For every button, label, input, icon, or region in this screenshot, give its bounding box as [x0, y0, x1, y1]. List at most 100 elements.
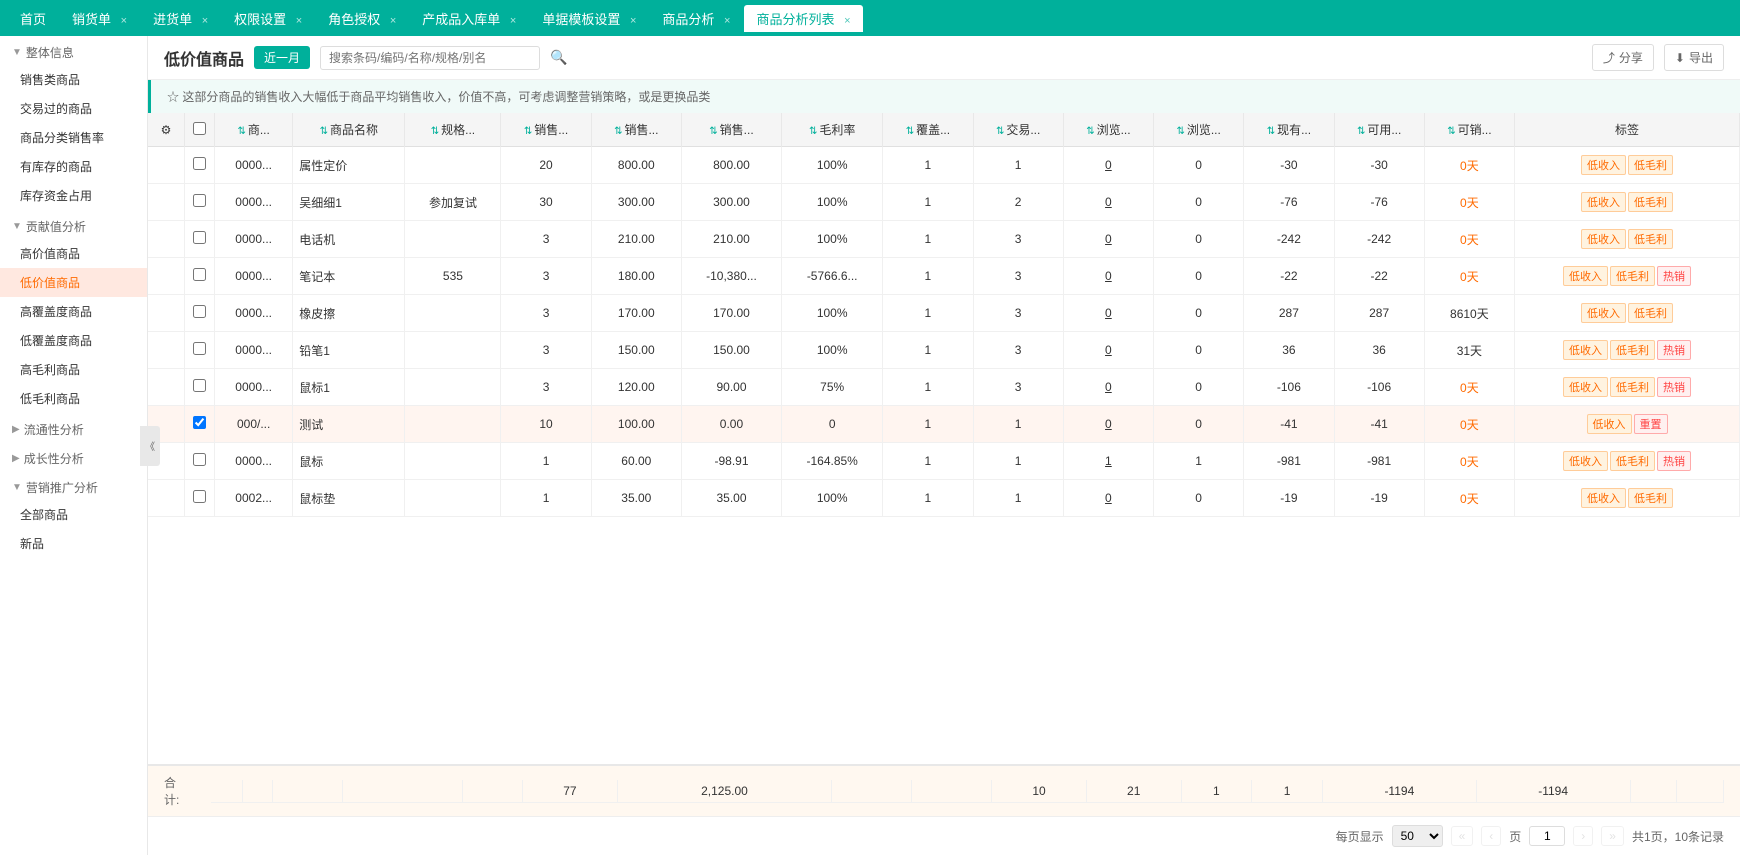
cell-checkbox[interactable]	[185, 332, 215, 369]
nav-analysis-close[interactable]: ×	[724, 15, 730, 27]
nav-permissions[interactable]: 权限设置 ×	[222, 5, 314, 32]
cell-checkbox[interactable]	[185, 147, 215, 184]
row-checkbox[interactable]	[193, 379, 206, 392]
sidebar-item-sales-products[interactable]: 销售类商品	[0, 65, 147, 94]
nav-roles[interactable]: 角色授权 ×	[316, 5, 408, 32]
view1-link[interactable]: 0	[1105, 306, 1112, 320]
nav-purchase[interactable]: 进货单 ×	[141, 5, 220, 32]
row-checkbox[interactable]	[193, 453, 206, 466]
nav-inventory[interactable]: 产成品入库单 ×	[410, 5, 528, 32]
cell-view1[interactable]: 1	[1063, 443, 1153, 480]
nav-templates-close[interactable]: ×	[630, 15, 636, 27]
page-input[interactable]	[1529, 826, 1565, 846]
cell-checkbox[interactable]	[185, 184, 215, 221]
cell-view1[interactable]: 0	[1063, 295, 1153, 332]
cell-checkbox[interactable]	[185, 480, 215, 517]
first-page-btn[interactable]: «	[1451, 826, 1474, 846]
nav-analysis[interactable]: 商品分析 ×	[650, 5, 742, 32]
sidebar-item-high-value[interactable]: 高价值商品	[0, 239, 147, 268]
view1-link[interactable]: 0	[1105, 195, 1112, 209]
sidebar-group-liquidity[interactable]: ▶ 流通性分析	[0, 413, 147, 442]
cell-view1[interactable]: 0	[1063, 332, 1153, 369]
cell-view1[interactable]: 0	[1063, 480, 1153, 517]
col-code[interactable]: ⇅商...	[215, 113, 293, 147]
cell-checkbox[interactable]	[185, 443, 215, 480]
row-checkbox[interactable]	[193, 231, 206, 244]
cell-checkbox[interactable]	[185, 258, 215, 295]
nav-sales-close[interactable]: ×	[121, 15, 127, 27]
cell-checkbox[interactable]	[185, 295, 215, 332]
col-spec[interactable]: ⇅规格...	[405, 113, 501, 147]
col-trade[interactable]: ⇅交易...	[973, 113, 1063, 147]
cell-checkbox[interactable]	[185, 221, 215, 258]
nav-analysis-list-close[interactable]: ×	[844, 15, 850, 27]
col-checkbox[interactable]	[185, 113, 215, 147]
sidebar-item-all-products[interactable]: 全部商品	[0, 500, 147, 529]
col-name[interactable]: ⇅商品名称	[293, 113, 405, 147]
row-checkbox[interactable]	[193, 305, 206, 318]
sidebar-group-contribution[interactable]: ▼ 贡献值分析	[0, 210, 147, 239]
cell-view1[interactable]: 0	[1063, 369, 1153, 406]
view1-link[interactable]: 0	[1105, 380, 1112, 394]
view1-link[interactable]: 0	[1105, 417, 1112, 431]
col-sellable[interactable]: ⇅可销...	[1424, 113, 1514, 147]
nav-inventory-close[interactable]: ×	[510, 15, 516, 27]
row-checkbox[interactable]	[193, 490, 206, 503]
col-current-stock[interactable]: ⇅现有...	[1244, 113, 1334, 147]
sidebar-group-overall[interactable]: ▼ 整体信息	[0, 36, 147, 65]
view1-link[interactable]: 0	[1105, 343, 1112, 357]
nav-analysis-list[interactable]: 商品分析列表 ×	[744, 5, 862, 32]
view1-link[interactable]: 0	[1105, 232, 1112, 246]
share-btn[interactable]: ⤴ 分享	[1592, 44, 1654, 71]
last-page-btn[interactable]: »	[1601, 826, 1624, 846]
sidebar-item-low-coverage[interactable]: 低覆盖度商品	[0, 326, 147, 355]
sidebar-item-new-products[interactable]: 新品	[0, 529, 147, 558]
sidebar-collapse-btn[interactable]: 《	[140, 426, 160, 466]
col-available[interactable]: ⇅可用...	[1334, 113, 1424, 147]
sidebar-group-marketing[interactable]: ▼ 营销推广分析	[0, 471, 147, 500]
view1-link[interactable]: 0	[1105, 491, 1112, 505]
cell-view1[interactable]: 0	[1063, 184, 1153, 221]
nav-purchase-close[interactable]: ×	[202, 15, 208, 27]
view1-link[interactable]: 0	[1105, 158, 1112, 172]
nav-templates[interactable]: 单据模板设置 ×	[530, 5, 648, 32]
col-view2[interactable]: ⇅浏览...	[1154, 113, 1244, 147]
cell-checkbox[interactable]	[185, 369, 215, 406]
sidebar-item-high-margin[interactable]: 高毛利商品	[0, 355, 147, 384]
view1-link[interactable]: 1	[1105, 454, 1112, 468]
next-page-btn[interactable]: ›	[1573, 826, 1593, 846]
col-settings[interactable]: ⚙	[148, 113, 185, 147]
sidebar-item-high-coverage[interactable]: 高覆盖度商品	[0, 297, 147, 326]
export-btn[interactable]: ⬇ 导出	[1664, 44, 1724, 71]
sidebar-item-inventory-funds[interactable]: 库存资金占用	[0, 181, 147, 210]
nav-sales[interactable]: 销货单 ×	[60, 5, 139, 32]
nav-permissions-close[interactable]: ×	[296, 15, 302, 27]
cell-view1[interactable]: 0	[1063, 258, 1153, 295]
search-input[interactable]	[320, 46, 540, 70]
nav-home[interactable]: 首页	[8, 5, 58, 32]
sidebar-item-low-value[interactable]: 低价值商品	[0, 268, 147, 297]
col-sale-price[interactable]: ⇅销售...	[591, 113, 681, 147]
cell-checkbox[interactable]	[185, 406, 215, 443]
col-sale-amount[interactable]: ⇅销售...	[681, 113, 781, 147]
row-checkbox[interactable]	[193, 268, 206, 281]
table-wrapper[interactable]: ⚙ ⇅商... ⇅商品名称 ⇅规格... ⇅销售... ⇅销售... ⇅销售..…	[148, 113, 1740, 764]
row-checkbox[interactable]	[193, 416, 206, 429]
search-icon[interactable]: 🔍	[550, 49, 567, 66]
sidebar-item-low-margin[interactable]: 低毛利商品	[0, 384, 147, 413]
nav-roles-close[interactable]: ×	[390, 15, 396, 27]
date-filter-btn[interactable]: 近一月	[254, 46, 310, 69]
row-checkbox[interactable]	[193, 157, 206, 170]
col-view1[interactable]: ⇅浏览...	[1063, 113, 1153, 147]
cell-view1[interactable]: 0	[1063, 406, 1153, 443]
sidebar-item-traded-products[interactable]: 交易过的商品	[0, 94, 147, 123]
col-gross-margin[interactable]: ⇅毛利率	[782, 113, 883, 147]
sidebar-item-stock-products[interactable]: 有库存的商品	[0, 152, 147, 181]
col-coverage[interactable]: ⇅覆盖...	[883, 113, 973, 147]
row-checkbox[interactable]	[193, 342, 206, 355]
page-size-select[interactable]: 50 100 200	[1392, 825, 1443, 847]
sidebar-item-category-sales[interactable]: 商品分类销售率	[0, 123, 147, 152]
cell-view1[interactable]: 0	[1063, 221, 1153, 258]
cell-view1[interactable]: 0	[1063, 147, 1153, 184]
prev-page-btn[interactable]: ‹	[1481, 826, 1501, 846]
